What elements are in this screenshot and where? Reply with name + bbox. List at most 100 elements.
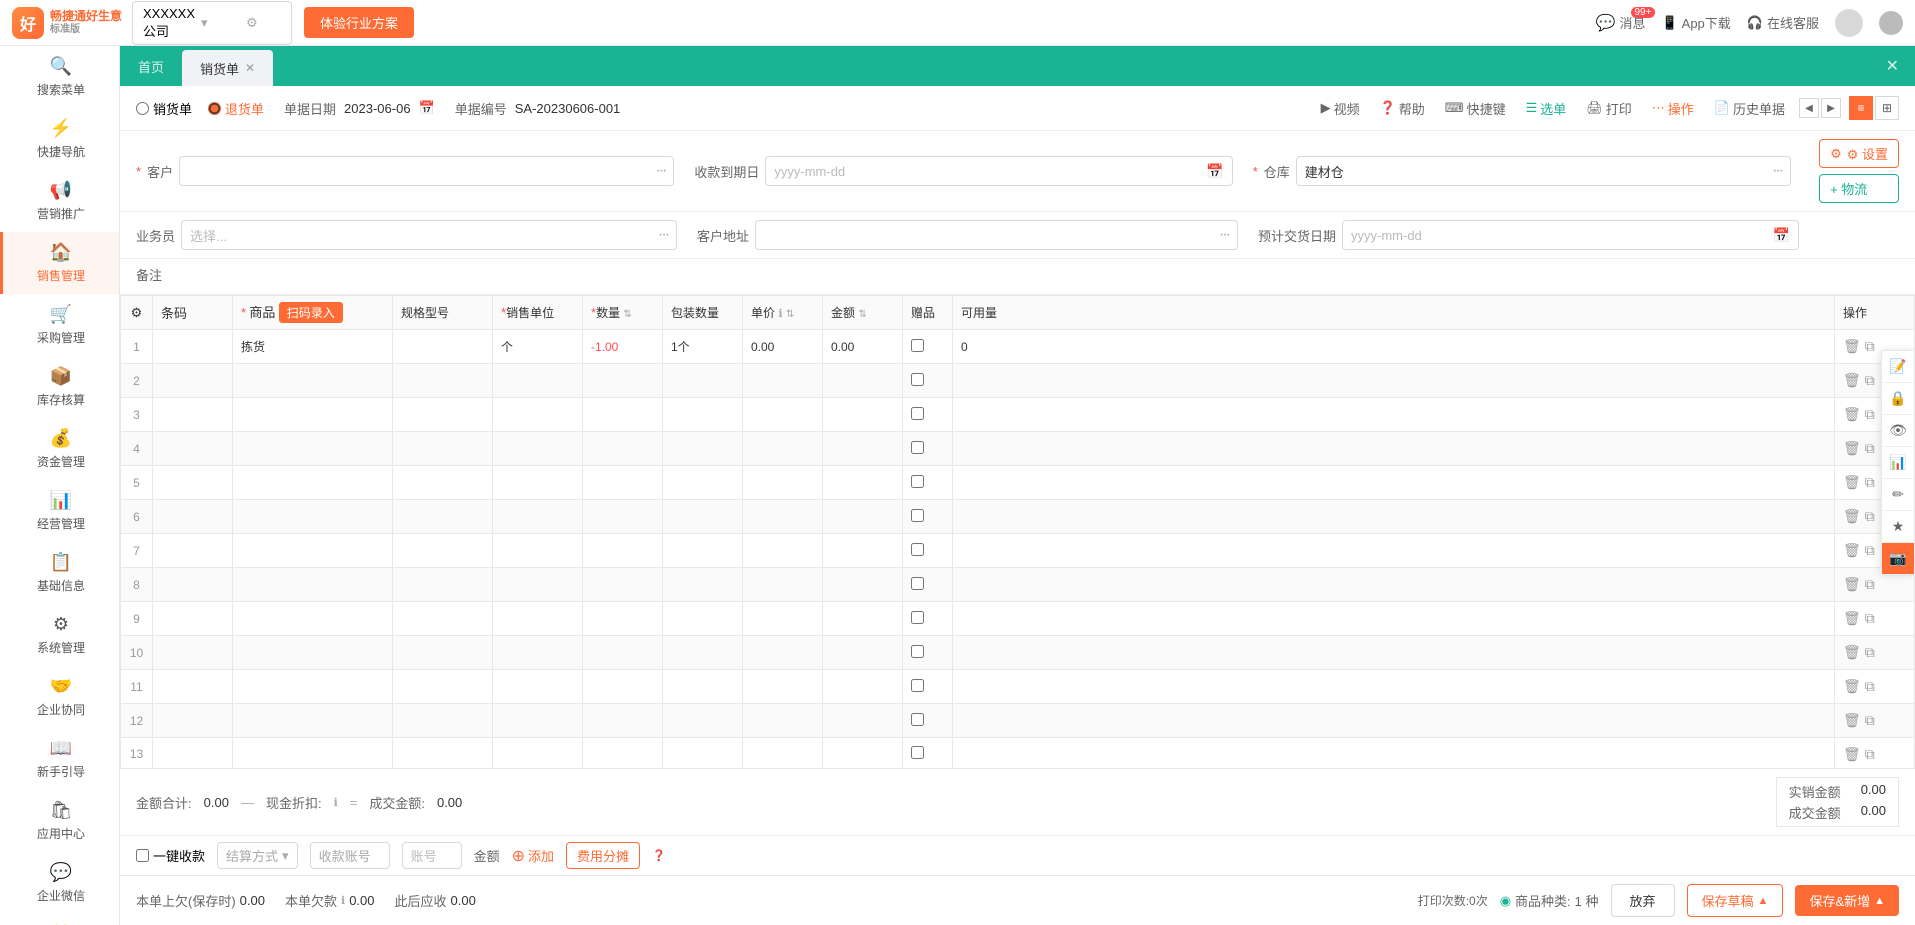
cell-pack-qty[interactable] [663,636,743,670]
cell-pack-qty[interactable]: 1个 [663,330,743,364]
cell-qty[interactable] [583,568,663,602]
price-info-icon[interactable]: ℹ [778,308,782,320]
cell-pack-qty[interactable] [663,364,743,398]
float-star[interactable]: ★ [1882,511,1914,543]
delete-row-button[interactable]: 🗑 [1843,440,1861,457]
cell-spec[interactable] [393,602,493,636]
toolbar-select[interactable]: ☰ 选单 [1520,97,1573,120]
delete-row-button[interactable]: 🗑 [1843,474,1861,491]
cell-gift[interactable] [903,568,953,602]
cell-qty[interactable] [583,398,663,432]
cell-barcode[interactable] [153,704,233,738]
cell-spec[interactable] [393,398,493,432]
cell-goods[interactable] [233,534,393,568]
cell-barcode[interactable] [153,432,233,466]
cell-barcode[interactable] [153,670,233,704]
cell-gift[interactable] [903,330,953,364]
cell-spec[interactable] [393,500,493,534]
toolbar-operations[interactable]: ⋯ 操作 [1646,97,1700,120]
save-new-button[interactable]: 保存&新增 ▲ [1795,885,1899,916]
cell-barcode[interactable] [153,466,233,500]
cell-unit[interactable] [493,500,583,534]
cell-gift[interactable] [903,398,953,432]
cell-gift[interactable] [903,364,953,398]
account-selector[interactable]: 收款账号 [310,842,390,869]
cell-pack-qty[interactable] [663,704,743,738]
cell-qty[interactable]: -1.00 [583,330,663,364]
cell-price[interactable] [743,636,823,670]
delivery-date-input[interactable]: yyyy-mm-dd 📅 [1342,220,1799,250]
trial-button[interactable]: 体验行业方案 [304,7,414,38]
cell-spec[interactable] [393,670,493,704]
cell-unit[interactable] [493,364,583,398]
cell-spec[interactable] [393,432,493,466]
sidebar-item-inventory[interactable]: 📦 库存核算 [0,356,119,418]
cell-barcode[interactable] [153,500,233,534]
toolbar-help[interactable]: ❓ 帮助 [1374,97,1431,120]
cell-goods[interactable] [233,466,393,500]
avatar[interactable] [1835,9,1863,37]
sidebar-item-wechat[interactable]: 💬 企业微信 [0,852,119,914]
cell-price[interactable] [743,738,823,769]
cell-spec[interactable] [393,636,493,670]
online-service-button[interactable]: 🎧 在线客服 [1747,13,1819,32]
copy-row-button[interactable]: ⧉ [1865,576,1875,593]
message-button[interactable]: 💬 消息 99+ [1596,13,1646,33]
cell-price[interactable] [743,568,823,602]
sidebar-item-marketing[interactable]: 📢 营销推广 [0,170,119,232]
cell-price[interactable] [743,500,823,534]
cell-pack-qty[interactable] [663,466,743,500]
cell-unit[interactable] [493,704,583,738]
sidebar-item-purchase[interactable]: 🛒 采购管理 [0,294,119,356]
cell-pack-qty[interactable] [663,738,743,769]
float-eye[interactable]: 👁 [1882,415,1914,447]
cell-price[interactable] [743,704,823,738]
cell-price[interactable] [743,364,823,398]
app-download-button[interactable]: 📱 App下载 [1661,13,1730,32]
cell-amount[interactable] [823,636,903,670]
cell-qty[interactable] [583,364,663,398]
delete-row-button[interactable]: 🗑 [1843,372,1861,389]
remarks-input[interactable] [170,265,1899,284]
copy-row-button[interactable]: ⧉ [1865,372,1875,389]
cell-barcode[interactable] [153,364,233,398]
fee-split-button[interactable]: 费用分摊 [566,842,640,869]
cell-gift[interactable] [903,704,953,738]
delete-row-button[interactable]: 🗑 [1843,542,1861,559]
delete-row-button[interactable]: 🗑 [1843,338,1861,355]
cell-goods[interactable] [233,568,393,602]
copy-row-button[interactable]: ⧉ [1865,542,1875,559]
cell-price[interactable] [743,534,823,568]
cell-spec[interactable] [393,534,493,568]
cell-amount[interactable] [823,568,903,602]
copy-row-button[interactable]: ⧉ [1865,508,1875,525]
scan-button[interactable]: 扫码录入 [279,302,343,323]
cell-goods[interactable] [233,398,393,432]
delete-row-button[interactable]: 🗑 [1843,610,1861,627]
cell-qty[interactable] [583,704,663,738]
tab-close-button[interactable]: ✕ [1878,56,1907,76]
next-arrow[interactable]: ▶ [1821,98,1841,118]
cell-amount[interactable] [823,364,903,398]
sidebar-item-enterprise[interactable]: 🤝 企业协同 [0,666,119,728]
float-notes[interactable]: 📝 [1882,351,1914,383]
cell-pack-qty[interactable] [663,534,743,568]
cell-pack-qty[interactable] [663,568,743,602]
cell-qty[interactable] [583,670,663,704]
close-x-icon[interactable]: ✕ [1878,58,1907,75]
fee-info-icon[interactable]: ❓ [652,849,666,862]
cell-goods[interactable] [233,602,393,636]
calendar-icon[interactable]: 📅 [419,100,435,116]
salesperson-input[interactable]: 选择... ··· [181,220,677,250]
cell-goods[interactable] [233,432,393,466]
cell-goods[interactable] [233,500,393,534]
sidebar-item-system[interactable]: ⚙ 系统管理 [0,604,119,666]
sidebar-item-vip[interactable]: 👑 畅会员 [0,914,119,925]
cell-barcode[interactable] [153,602,233,636]
cell-goods[interactable] [233,704,393,738]
toolbar-shortcut[interactable]: ⌨ 快捷键 [1439,97,1512,120]
cell-unit[interactable] [493,670,583,704]
logistics-button[interactable]: + 物流 [1819,174,1899,203]
cell-gift[interactable] [903,636,953,670]
cell-pack-qty[interactable] [663,432,743,466]
